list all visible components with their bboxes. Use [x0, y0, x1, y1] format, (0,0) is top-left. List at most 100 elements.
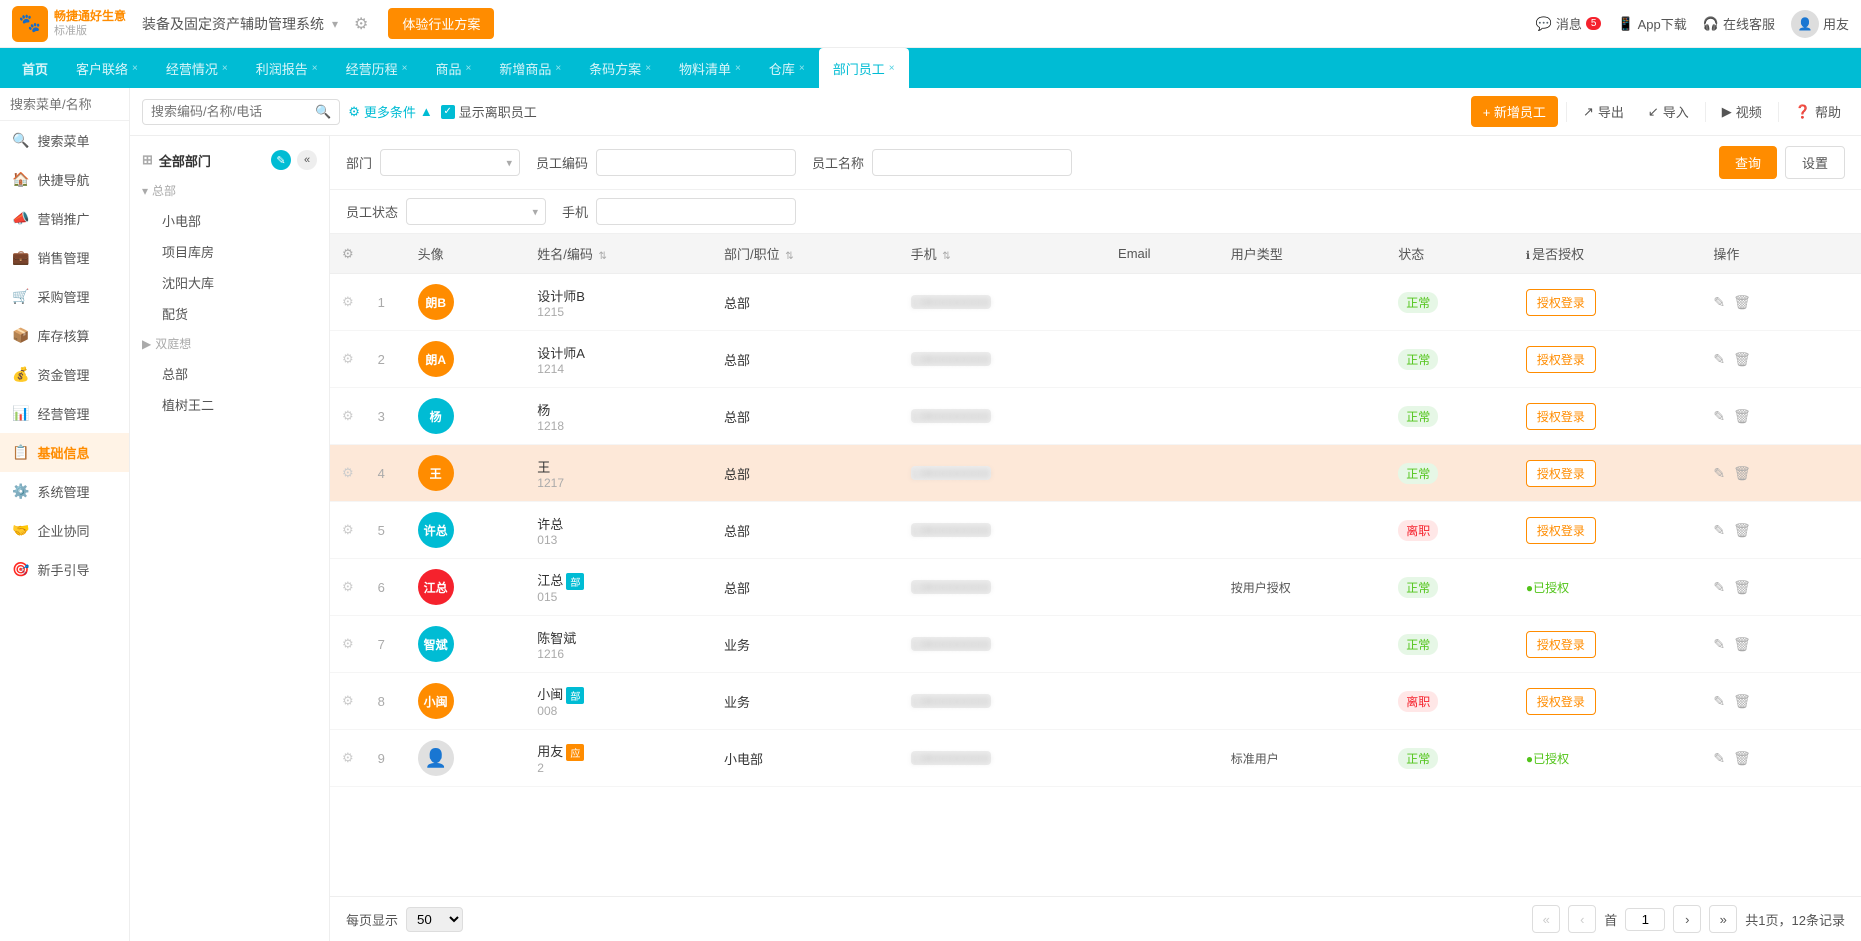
dept-select[interactable]	[380, 149, 520, 176]
tab-operations[interactable]: 经营情况 ×	[152, 48, 242, 88]
delete-icon[interactable]: 🗑	[1733, 579, 1751, 596]
edit-icon[interactable]: ✎	[1713, 351, 1725, 368]
emp-status-select[interactable]	[406, 198, 546, 225]
auth-login-button[interactable]: 授权登录	[1526, 346, 1596, 373]
tab-employees[interactable]: 部门员工 ×	[819, 48, 909, 88]
tab-goods[interactable]: 商品 ×	[421, 48, 485, 88]
delete-icon[interactable]: 🗑	[1733, 693, 1751, 710]
edit-icon[interactable]: ✎	[1713, 408, 1725, 425]
col-settings-header[interactable]: ⚙	[330, 234, 366, 274]
col-phone-header[interactable]: 手机 ⇅	[899, 234, 1106, 274]
query-button[interactable]: 查询	[1719, 146, 1777, 179]
delete-icon[interactable]: 🗑	[1733, 351, 1751, 368]
edit-icon[interactable]: ✎	[1713, 750, 1725, 767]
tab-history[interactable]: 经营历程 ×	[332, 48, 422, 88]
gear-icon[interactable]: ⚙	[354, 14, 368, 34]
delete-icon[interactable]: 🗑	[1733, 636, 1751, 653]
emp-name-input[interactable]	[872, 149, 1072, 176]
edit-icon[interactable]: ✎	[1713, 579, 1725, 596]
row-settings[interactable]: ⚙	[330, 673, 366, 730]
import-btn[interactable]: ↙ 导入	[1640, 98, 1697, 125]
close-icon[interactable]: ×	[222, 63, 228, 74]
row-settings[interactable]: ⚙	[330, 331, 366, 388]
next-page-btn[interactable]: ›	[1673, 905, 1701, 933]
tree-item-peihuo[interactable]: 配货	[130, 298, 329, 329]
sidebar-item-sales[interactable]: 💼 销售管理	[0, 238, 129, 277]
row-settings[interactable]: ⚙	[330, 274, 366, 331]
sidebar-item-guide[interactable]: 🎯 新手引导	[0, 550, 129, 589]
dept-collapse-btn[interactable]: «	[297, 150, 317, 170]
phone-input[interactable]	[596, 198, 796, 225]
close-icon[interactable]: ×	[465, 63, 471, 74]
auth-login-button[interactable]: 授权登录	[1526, 517, 1596, 544]
app-download-btn[interactable]: 📱 App下载	[1617, 14, 1686, 33]
user-menu-btn[interactable]: 👤 用友	[1791, 10, 1849, 38]
close-icon[interactable]: ×	[132, 63, 138, 74]
row-settings[interactable]: ⚙	[330, 502, 366, 559]
sidebar-item-search[interactable]: 🔍 搜索菜单	[0, 121, 129, 160]
close-icon[interactable]: ×	[889, 63, 895, 74]
delete-icon[interactable]: 🗑	[1733, 294, 1751, 311]
sidebar-item-collab[interactable]: 🤝 企业协同	[0, 511, 129, 550]
edit-icon[interactable]: ✎	[1713, 522, 1725, 539]
close-icon[interactable]: ×	[799, 63, 805, 74]
col-name-header[interactable]: 姓名/编码 ⇅	[525, 234, 712, 274]
auth-login-button[interactable]: 授权登录	[1526, 688, 1596, 715]
tree-item-xiaodibu[interactable]: 小电部	[130, 205, 329, 236]
row-settings[interactable]: ⚙	[330, 445, 366, 502]
tree-group-shuangtingxiang[interactable]: ▶ 双庭想	[130, 329, 329, 358]
auth-login-button[interactable]: 授权登录	[1526, 631, 1596, 658]
tree-group-zongbu[interactable]: ▾ 总部	[130, 176, 329, 205]
sidebar-item-inventory[interactable]: 📦 库存核算	[0, 316, 129, 355]
row-settings[interactable]: ⚙	[330, 388, 366, 445]
auth-login-button[interactable]: 授权登录	[1526, 403, 1596, 430]
tree-item-zhishu[interactable]: 植树王二	[130, 389, 329, 420]
tab-profit[interactable]: 利润报告 ×	[242, 48, 332, 88]
sidebar-item-business[interactable]: 📊 经营管理	[0, 394, 129, 433]
emp-code-input[interactable]	[596, 149, 796, 176]
row-settings[interactable]: ⚙	[330, 616, 366, 673]
tab-home[interactable]: 首页	[8, 48, 62, 88]
show-archived-toggle[interactable]: ✓ 显示离职员工	[441, 102, 537, 121]
close-icon[interactable]: ×	[555, 63, 561, 74]
tree-item-zongbu2[interactable]: 总部	[130, 358, 329, 389]
edit-icon[interactable]: ✎	[1713, 294, 1725, 311]
trial-button[interactable]: 体验行业方案	[388, 8, 494, 39]
auth-login-button[interactable]: 授权登录	[1526, 460, 1596, 487]
delete-icon[interactable]: 🗑	[1733, 465, 1751, 482]
sidebar-item-marketing[interactable]: 📣 营销推广	[0, 199, 129, 238]
add-employee-button[interactable]: + 新增员工	[1471, 96, 1558, 127]
online-service-btn[interactable]: 🎧 在线客服	[1703, 14, 1775, 33]
row-settings[interactable]: ⚙	[330, 559, 366, 616]
row-settings[interactable]: ⚙	[330, 730, 366, 787]
sidebar-item-system[interactable]: ⚙️ 系统管理	[0, 472, 129, 511]
edit-icon[interactable]: ✎	[1713, 465, 1725, 482]
video-btn[interactable]: ▶ 视频	[1714, 98, 1770, 125]
sidebar-item-finance[interactable]: 💰 资金管理	[0, 355, 129, 394]
tab-barcode[interactable]: 条码方案 ×	[575, 48, 665, 88]
close-icon[interactable]: ×	[402, 63, 408, 74]
close-icon[interactable]: ×	[735, 63, 741, 74]
reset-button[interactable]: 设置	[1785, 146, 1845, 179]
employee-search-input[interactable]	[151, 104, 311, 119]
export-btn[interactable]: ↗ 导出	[1575, 98, 1632, 125]
col-dept-header[interactable]: 部门/职位 ⇅	[712, 234, 899, 274]
tab-warehouse[interactable]: 仓库 ×	[755, 48, 819, 88]
delete-icon[interactable]: 🗑	[1733, 522, 1751, 539]
help-btn[interactable]: ❓ 帮助	[1787, 98, 1849, 125]
delete-icon[interactable]: 🗑	[1733, 750, 1751, 767]
tab-add-goods[interactable]: 新增商品 ×	[485, 48, 575, 88]
page-number-input[interactable]	[1625, 908, 1665, 931]
dept-edit-btn[interactable]: ✎	[271, 150, 291, 170]
sidebar-item-purchase[interactable]: 🛒 采购管理	[0, 277, 129, 316]
more-filter-btn[interactable]: ⚙ 更多条件 ▲	[348, 102, 433, 121]
tab-customer[interactable]: 客户联络 ×	[62, 48, 152, 88]
sidebar-item-basic[interactable]: 📋 基础信息	[0, 433, 129, 472]
close-icon[interactable]: ×	[645, 63, 651, 74]
sidebar-item-quicknav[interactable]: 🏠 快捷导航	[0, 160, 129, 199]
per-page-select[interactable]: 50 100	[406, 907, 463, 932]
edit-icon[interactable]: ✎	[1713, 636, 1725, 653]
dropdown-arrow-icon[interactable]: ▾	[332, 17, 338, 31]
last-page-btn[interactable]: »	[1709, 905, 1737, 933]
tree-item-shenyang[interactable]: 沈阳大库	[130, 267, 329, 298]
